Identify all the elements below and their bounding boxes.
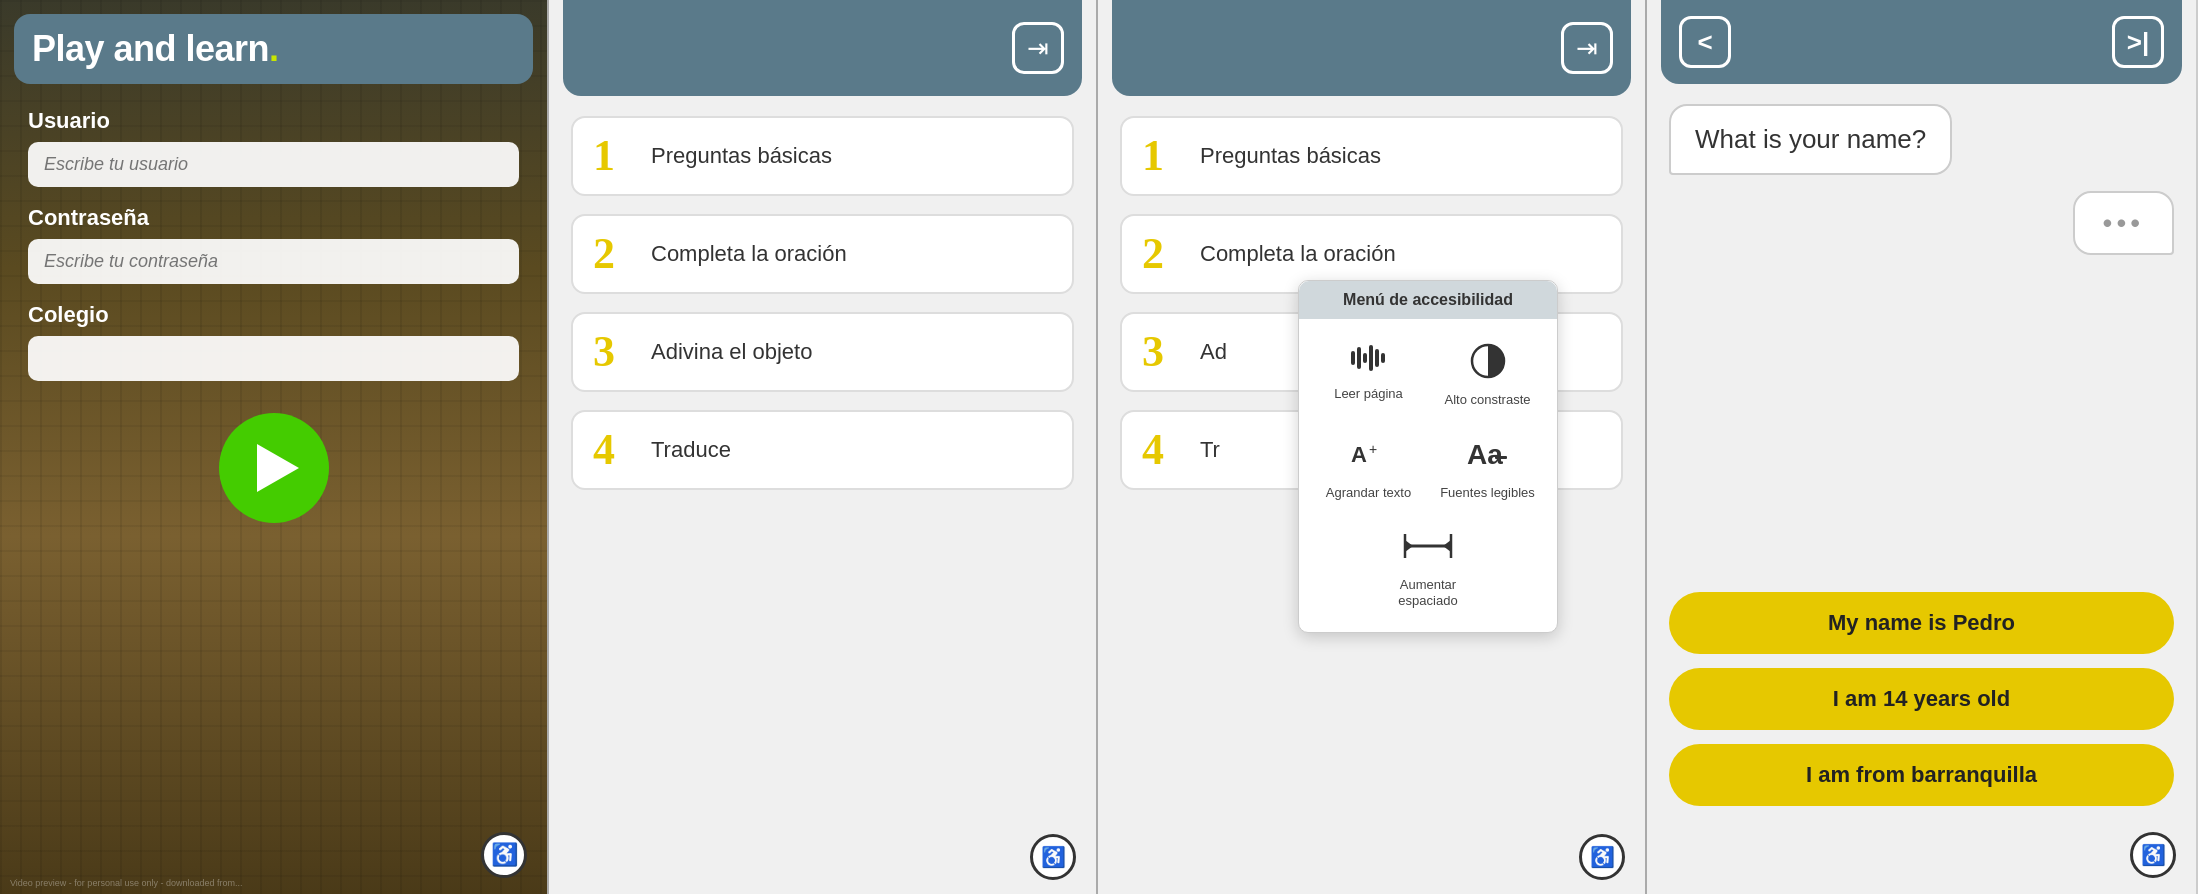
- menu-items-list: 1 Preguntas básicas 2 Completa la oració…: [549, 116, 1096, 820]
- dropdown-grid: Leer página Alto constraste A +: [1299, 319, 1557, 632]
- dropdown-item-contrast[interactable]: Alto constraste: [1428, 329, 1547, 422]
- next-button[interactable]: >|: [2112, 16, 2164, 68]
- font-label: Fuentes legibles: [1440, 485, 1535, 501]
- menu-panel-with-dropdown: ⇥ 1 Preguntas básicas 2 Completa la orac…: [1098, 0, 1647, 894]
- question-bubble: What is your name?: [1669, 104, 1952, 175]
- menu-number-4: 4: [593, 428, 633, 472]
- menu-label-3: Adivina el objeto: [651, 339, 812, 365]
- menu-label-1: Preguntas básicas: [651, 143, 832, 169]
- dots-text: •••: [2103, 207, 2144, 238]
- answer-button-1[interactable]: My name is Pedro: [1669, 592, 2174, 654]
- watermark: Video preview - for personal use only - …: [10, 878, 242, 888]
- svg-text:A: A: [1351, 442, 1367, 467]
- chat-header: < >|: [1661, 0, 2182, 84]
- app-header: Play and learn.: [14, 14, 533, 84]
- svg-rect-2: [1363, 353, 1367, 363]
- menu-header-3: ⇥: [1112, 0, 1631, 96]
- logout-button[interactable]: ⇥: [1012, 22, 1064, 74]
- question-text: What is your name?: [1695, 124, 1926, 154]
- menu-label-3-3: Ad: [1200, 339, 1227, 365]
- chat-footer: ♿: [1647, 822, 2196, 894]
- app-title: Play and learn.: [32, 28, 279, 69]
- colegio-label: Colegio: [28, 302, 519, 328]
- chat-messages: What is your name? •••: [1647, 104, 2196, 592]
- usuario-input[interactable]: [28, 142, 519, 187]
- dropdown-item-font[interactable]: Aa Fuentes legibles: [1428, 422, 1547, 515]
- login-form: Usuario Contraseña Colegio: [0, 84, 547, 547]
- prev-button[interactable]: <: [1679, 16, 1731, 68]
- usuario-label: Usuario: [28, 108, 519, 134]
- svg-text:Aa: Aa: [1467, 439, 1503, 470]
- text-label: Agrandar texto: [1326, 485, 1411, 501]
- menu-label-3-2: Completa la oración: [1200, 241, 1396, 267]
- login-panel: Play and learn. Usuario Contraseña Coleg…: [0, 0, 549, 894]
- accessibility-icon-3: ♿: [1590, 845, 1615, 869]
- menu-number-3: 3: [593, 330, 633, 374]
- answer-button-3[interactable]: I am from barranquilla: [1669, 744, 2174, 806]
- accessibility-icon-4: ♿: [2141, 843, 2166, 867]
- svg-rect-0: [1351, 351, 1355, 365]
- next-icon: >|: [2127, 27, 2149, 58]
- logout-icon-3: ⇥: [1576, 33, 1598, 64]
- menu-item-2[interactable]: 2 Completa la oración: [571, 214, 1074, 294]
- spacing-icon: [1403, 528, 1453, 571]
- dropdown-item-leer[interactable]: Leer página: [1309, 329, 1428, 422]
- menu-item-1[interactable]: 1 Preguntas básicas: [571, 116, 1074, 196]
- svg-rect-5: [1381, 353, 1385, 363]
- dropdown-title: Menú de accesibilidad: [1299, 281, 1557, 319]
- menu-footer-3: ♿: [1098, 820, 1645, 894]
- logout-button-3[interactable]: ⇥: [1561, 22, 1613, 74]
- accessibility-button[interactable]: ♿: [1030, 834, 1076, 880]
- svg-rect-1: [1357, 347, 1361, 369]
- menu-header: ⇥: [563, 0, 1082, 96]
- password-input[interactable]: [28, 239, 519, 284]
- menu-item-3-1[interactable]: 1 Preguntas básicas: [1120, 116, 1623, 196]
- prev-icon: <: [1697, 27, 1712, 58]
- menu-label-2: Completa la oración: [651, 241, 847, 267]
- accessibility-button-3[interactable]: ♿: [1579, 834, 1625, 880]
- menu-number-2: 2: [593, 232, 633, 276]
- menu-item-4[interactable]: 4 Traduce: [571, 410, 1074, 490]
- text-plus-icon: A +: [1351, 436, 1387, 479]
- svg-rect-4: [1375, 349, 1379, 367]
- leer-label: Leer página: [1334, 386, 1403, 402]
- menu-label-4: Traduce: [651, 437, 731, 463]
- chat-panel: < >| What is your name? ••• My name is P…: [1647, 0, 2196, 894]
- colegio-input[interactable]: [28, 336, 519, 381]
- app-title-text: Play and learn: [32, 28, 269, 69]
- logout-icon: ⇥: [1027, 33, 1049, 64]
- password-label: Contraseña: [28, 205, 519, 231]
- dropdown-item-text[interactable]: A + Agrandar texto: [1309, 422, 1428, 515]
- accessibility-icon: ♿: [1041, 845, 1066, 869]
- contrast-icon: [1470, 343, 1506, 386]
- menu-footer: ♿: [549, 820, 1096, 894]
- answer-options: My name is Pedro I am 14 years old I am …: [1647, 592, 2196, 806]
- accessibility-dropdown: Menú de accesibilidad Leer página: [1298, 280, 1558, 633]
- dots-bubble: •••: [2073, 191, 2174, 255]
- audio-wave-icon: [1351, 343, 1387, 380]
- menu-label-3-4: Tr: [1200, 437, 1220, 463]
- menu-number-3-4: 4: [1142, 428, 1182, 472]
- title-dot: .: [269, 28, 279, 69]
- dropdown-item-spacing[interactable]: Aumentarespaciado: [1309, 514, 1547, 622]
- accessibility-icon: ♿: [491, 842, 518, 868]
- menu-number-3-3: 3: [1142, 330, 1182, 374]
- font-icon: Aa: [1467, 436, 1509, 479]
- menu-panel: ⇥ 1 Preguntas básicas 2 Completa la orac…: [549, 0, 1098, 894]
- svg-rect-10: [1495, 456, 1507, 459]
- accessibility-button[interactable]: ♿: [481, 832, 527, 878]
- accessibility-button-4[interactable]: ♿: [2130, 832, 2176, 878]
- answer-button-2[interactable]: I am 14 years old: [1669, 668, 2174, 730]
- spacing-label: Aumentarespaciado: [1398, 577, 1457, 608]
- play-icon: [257, 444, 299, 492]
- menu-item-3[interactable]: 3 Adivina el objeto: [571, 312, 1074, 392]
- svg-rect-3: [1369, 345, 1373, 371]
- menu-number-1: 1: [593, 134, 633, 178]
- svg-text:+: +: [1369, 441, 1377, 457]
- menu-number-3-2: 2: [1142, 232, 1182, 276]
- play-button[interactable]: [219, 413, 329, 523]
- menu-number-3-1: 1: [1142, 134, 1182, 178]
- menu-label-3-1: Preguntas básicas: [1200, 143, 1381, 169]
- contrast-label: Alto constraste: [1445, 392, 1531, 408]
